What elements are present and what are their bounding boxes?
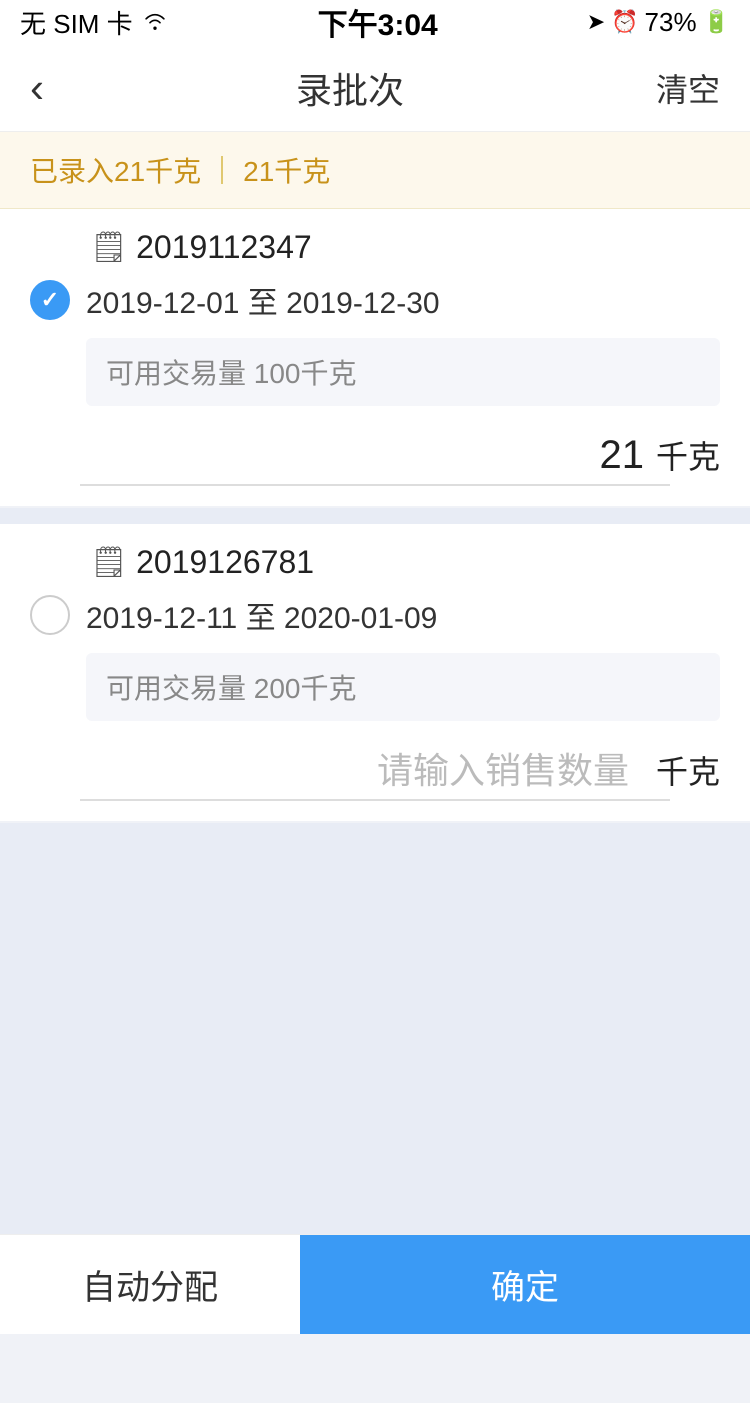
- batch-date-text-1: 2019-12-01 至 2019-12-30: [86, 278, 440, 322]
- status-carrier: 无 SIM 卡: [20, 4, 169, 41]
- quantity-input-2[interactable]: [344, 750, 644, 792]
- batch-id-text-2: 2019126781: [136, 544, 314, 581]
- clear-button[interactable]: 清空: [656, 65, 720, 111]
- batch-item-1-content: 🗒 2019112347 ✓ 2019-12-01 至 2019-12-30 可…: [0, 209, 750, 406]
- batch-id-row-2: 🗒 2019126781: [90, 544, 720, 581]
- quantity-unit-2: 千克: [656, 747, 720, 793]
- battery-text: 73%: [645, 7, 697, 38]
- quantity-input-row-2: 千克: [0, 737, 750, 793]
- radio-check-icon-1: ✓: [41, 287, 59, 313]
- batch-item-2-content: 🗒 2019126781 2019-12-11 至 2020-01-09 可用交…: [0, 524, 750, 721]
- content-area: 🗒 2019112347 ✓ 2019-12-01 至 2019-12-30 可…: [0, 209, 750, 1403]
- info-divider: [221, 156, 223, 184]
- info-value: 21千克: [243, 150, 330, 190]
- quantity-value-1: 21: [599, 433, 644, 478]
- batch-date-row-2: 2019-12-11 至 2020-01-09: [30, 593, 720, 637]
- batch-id-text-1: 2019112347: [136, 229, 312, 266]
- alarm-icon: ⏰: [611, 9, 638, 35]
- battery-icon: 🔋: [703, 9, 730, 35]
- status-time: 下午3:04: [318, 0, 438, 44]
- batch-date-row-1: ✓ 2019-12-01 至 2019-12-30: [30, 278, 720, 322]
- wifi-icon: [141, 7, 169, 38]
- batch-id-icon-1: 🗒: [90, 230, 128, 265]
- auto-distribute-button[interactable]: 自动分配: [0, 1235, 300, 1334]
- quantity-row-1: 21 千克: [0, 422, 750, 478]
- bottom-bar: 自动分配 确定: [0, 1234, 750, 1334]
- batch-id-icon-2: 🗒: [90, 545, 128, 580]
- page-title: 录批次: [296, 62, 404, 114]
- status-bar: 无 SIM 卡 下午3:04 ➤ ⏰ 73% 🔋: [0, 0, 750, 44]
- section-divider: [0, 508, 750, 524]
- batch-available-2: 可用交易量 200千克: [86, 653, 720, 721]
- back-button[interactable]: ‹: [30, 67, 44, 109]
- batch-item-2: 🗒 2019126781 2019-12-11 至 2020-01-09 可用交…: [0, 524, 750, 821]
- carrier-text: 无 SIM 卡: [20, 4, 133, 41]
- info-banner: 已录入21千克 21千克: [0, 132, 750, 209]
- location-icon: ➤: [587, 9, 605, 35]
- info-recorded-label: 已录入21千克: [30, 150, 201, 190]
- quantity-unit-1: 千克: [656, 432, 720, 478]
- nav-bar: ‹ 录批次 清空: [0, 44, 750, 132]
- bottom-space: [0, 823, 750, 1303]
- batch-id-row-1: 🗒 2019112347: [90, 229, 720, 266]
- status-icons: ➤ ⏰ 73% 🔋: [587, 7, 730, 38]
- batch-item-1: 🗒 2019112347 ✓ 2019-12-01 至 2019-12-30 可…: [0, 209, 750, 506]
- radio-btn-2[interactable]: [30, 595, 70, 635]
- radio-btn-1[interactable]: ✓: [30, 280, 70, 320]
- batch-date-text-2: 2019-12-11 至 2020-01-09: [86, 593, 437, 637]
- batch-available-1: 可用交易量 100千克: [86, 338, 720, 406]
- confirm-button[interactable]: 确定: [300, 1235, 750, 1334]
